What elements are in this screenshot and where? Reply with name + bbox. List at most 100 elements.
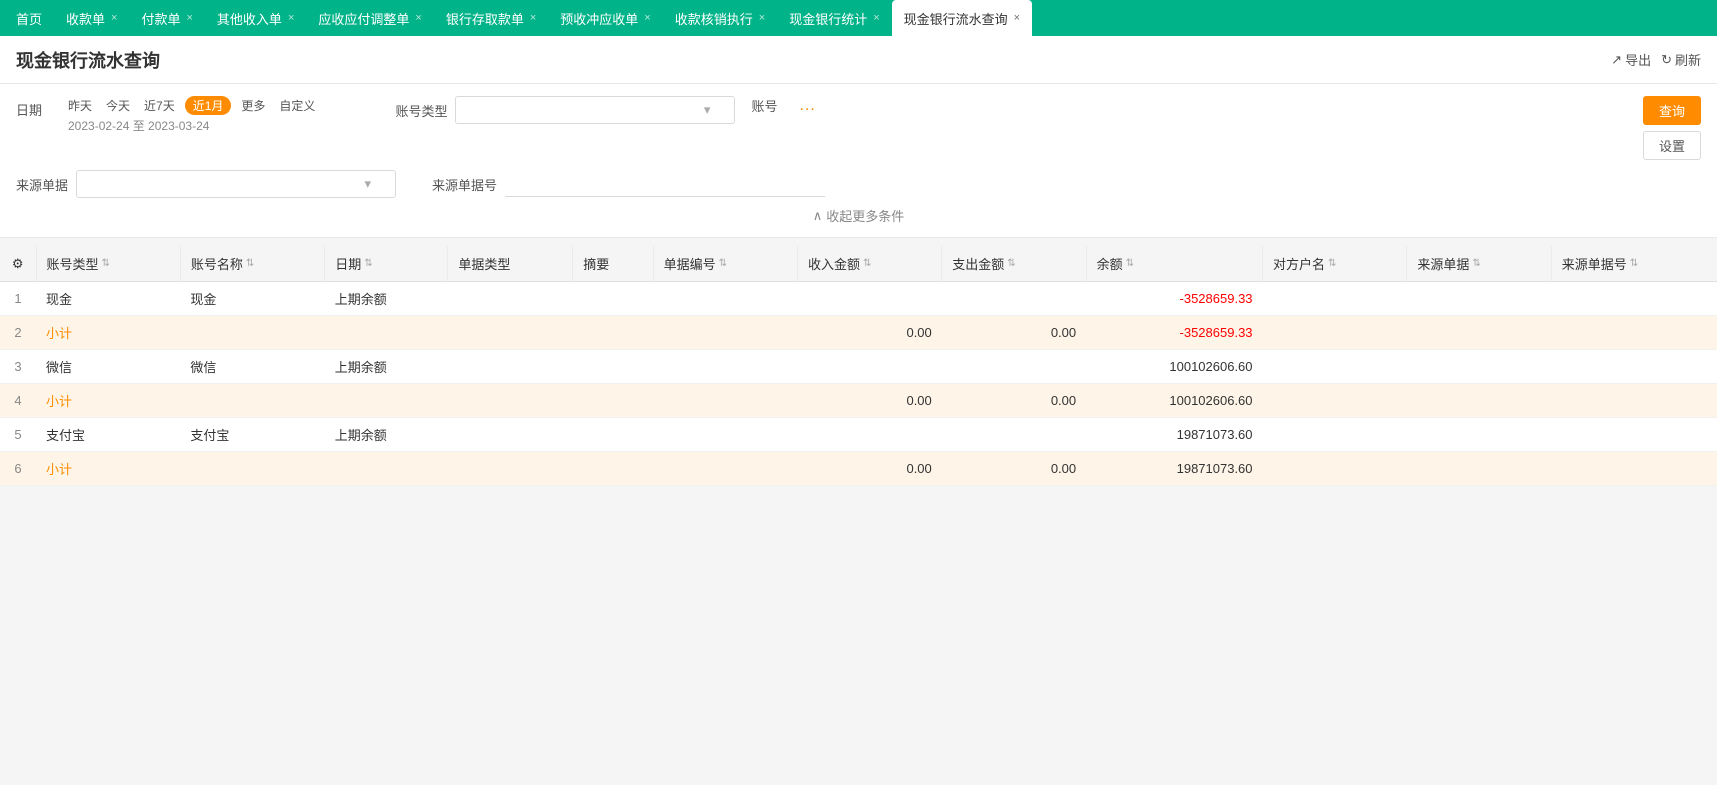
sort-account-name[interactable]: 账号名称 ⇅ <box>191 254 314 273</box>
sort-balance[interactable]: 余额 ⇅ <box>1097 254 1252 273</box>
row-num: 4 <box>0 384 36 418</box>
cell-account-type: 小计 <box>36 384 180 418</box>
nav-home[interactable]: 首页 <box>4 0 54 36</box>
cell-balance: -3528659.33 <box>1086 282 1262 316</box>
source-doc-no-input[interactable] <box>505 171 825 197</box>
sort-expense[interactable]: 支出金额 ⇅ <box>952 254 1075 273</box>
cell-account-name <box>180 384 324 418</box>
cell-doc-no <box>653 384 797 418</box>
cell-account-type: 小计 <box>36 452 180 486</box>
close-tab-4-icon[interactable]: × <box>530 12 536 24</box>
col-source-doc: 来源单据 ⇅ <box>1407 246 1551 282</box>
cell-date: 上期余额 <box>325 418 448 452</box>
cell-date: 上期余额 <box>325 350 448 384</box>
cell-income: 0.00 <box>797 316 941 350</box>
cell-income <box>797 418 941 452</box>
cell-doc-type <box>448 384 573 418</box>
cell-doc-no <box>653 418 797 452</box>
close-tab-6-icon[interactable]: × <box>759 12 765 24</box>
source-doc-label: 来源单据 <box>16 175 68 194</box>
nav-tab-5[interactable]: 预收冲应收单 × <box>548 0 662 36</box>
nav-tab-7[interactable]: 现金银行统计 × <box>777 0 891 36</box>
sort-income[interactable]: 收入金额 ⇅ <box>808 254 931 273</box>
sort-doc-no[interactable]: 单据编号 ⇅ <box>664 254 787 273</box>
col-doc-no: 单据编号 ⇅ <box>653 246 797 282</box>
date-group: 昨天 今天 近7天 近1月 更多 自定义 2023-02-24 至 2023-0… <box>64 96 319 134</box>
date-range-text: 2023-02-24 至 2023-03-24 <box>68 117 319 134</box>
cell-income: 0.00 <box>797 452 941 486</box>
close-tab-5-icon[interactable]: × <box>644 12 650 24</box>
export-button[interactable]: ↗ 导出 <box>1611 50 1651 69</box>
cell-doc-no <box>653 350 797 384</box>
sort-expense-icon: ⇅ <box>1007 258 1015 269</box>
nav-tab-4[interactable]: 银行存取款单 × <box>434 0 548 36</box>
source-doc-select[interactable]: ▾ <box>76 170 396 198</box>
date-btn-more[interactable]: 更多 <box>237 96 269 115</box>
collapse-up-icon: ∧ <box>813 208 823 224</box>
settings-button[interactable]: 设置 <box>1643 131 1701 160</box>
header-actions: ↗ 导出 ↻ 刷新 <box>1611 50 1701 69</box>
account-ellipsis-button[interactable]: ... <box>799 97 815 115</box>
sort-counterparty-icon: ⇅ <box>1328 258 1336 269</box>
cell-source-doc <box>1407 418 1551 452</box>
close-tab-8-icon[interactable]: × <box>1014 12 1020 24</box>
nav-tab-1[interactable]: 付款单 × <box>129 0 204 36</box>
cell-doc-type <box>448 282 573 316</box>
cell-account-name <box>180 316 324 350</box>
top-navigation: 首页 收款单 × 付款单 × 其他收入单 × 应收应付调整单 × 银行存取款单 … <box>0 0 1717 36</box>
date-btn-today[interactable]: 今天 <box>102 96 134 115</box>
close-tab-3-icon[interactable]: × <box>415 12 421 24</box>
table-row: 3 微信 微信 上期余额 100102606.60 <box>0 350 1717 384</box>
cell-source-doc-no <box>1551 316 1717 350</box>
date-btn-custom[interactable]: 自定义 <box>275 96 319 115</box>
query-button[interactable]: 查询 <box>1643 96 1701 125</box>
gear-icon[interactable]: ⚙ <box>12 256 24 271</box>
close-tab-2-icon[interactable]: × <box>288 12 294 24</box>
sort-source-doc[interactable]: 来源单据 ⇅ <box>1417 254 1540 273</box>
cell-income <box>797 350 941 384</box>
date-btn-yesterday[interactable]: 昨天 <box>64 96 96 115</box>
cell-expense: 0.00 <box>942 316 1086 350</box>
cell-expense <box>942 350 1086 384</box>
cell-expense: 0.00 <box>942 452 1086 486</box>
refresh-button[interactable]: ↻ 刷新 <box>1661 50 1701 69</box>
table-row: 4 小计 0.00 0.00 100102606.60 <box>0 384 1717 418</box>
col-date: 日期 ⇅ <box>325 246 448 282</box>
nav-tab-0[interactable]: 收款单 × <box>54 0 129 36</box>
page-title: 现金银行流水查询 <box>16 47 160 73</box>
close-tab-0-icon[interactable]: × <box>111 12 117 24</box>
date-btn-1month[interactable]: 近1月 <box>185 96 232 115</box>
cell-source-doc <box>1407 316 1551 350</box>
row-num: 5 <box>0 418 36 452</box>
col-gear[interactable]: ⚙ <box>0 246 36 282</box>
nav-tab-3[interactable]: 应收应付调整单 × <box>306 0 433 36</box>
table-row: 5 支付宝 支付宝 上期余额 19871073.60 <box>0 418 1717 452</box>
nav-tab-2[interactable]: 其他收入单 × <box>205 0 306 36</box>
close-tab-1-icon[interactable]: × <box>186 12 192 24</box>
data-table: ⚙ 账号类型 ⇅ 账号名称 ⇅ 日期 <box>0 246 1717 486</box>
cell-counterparty <box>1263 316 1407 350</box>
source-doc-no-label: 来源单据号 <box>432 175 497 194</box>
cell-source-doc-no <box>1551 452 1717 486</box>
cell-summary <box>573 316 653 350</box>
cell-source-doc <box>1407 282 1551 316</box>
col-balance: 余额 ⇅ <box>1086 246 1262 282</box>
cell-counterparty <box>1263 350 1407 384</box>
nav-tab-6[interactable]: 收款核销执行 × <box>663 0 777 36</box>
account-type-select[interactable]: ▾ <box>455 96 735 124</box>
sort-date-icon: ⇅ <box>364 258 372 269</box>
page-header: 现金银行流水查询 ↗ 导出 ↻ 刷新 <box>0 36 1717 84</box>
cell-summary <box>573 282 653 316</box>
close-tab-7-icon[interactable]: × <box>873 12 879 24</box>
nav-tab-8[interactable]: 现金银行流水查询 × <box>892 0 1032 36</box>
sort-source-doc-no[interactable]: 来源单据号 ⇅ <box>1562 254 1707 273</box>
cell-account-name: 支付宝 <box>180 418 324 452</box>
sort-counterparty[interactable]: 对方户名 ⇅ <box>1273 254 1396 273</box>
date-btn-7days[interactable]: 近7天 <box>140 96 179 115</box>
cell-counterparty <box>1263 282 1407 316</box>
sort-date[interactable]: 日期 ⇅ <box>335 254 437 273</box>
sort-account-type[interactable]: 账号类型 ⇅ <box>47 254 170 273</box>
cell-expense: 0.00 <box>942 384 1086 418</box>
collapse-button[interactable]: ∧ 收起更多条件 <box>16 206 1701 225</box>
col-doc-type: 单据类型 <box>448 246 573 282</box>
